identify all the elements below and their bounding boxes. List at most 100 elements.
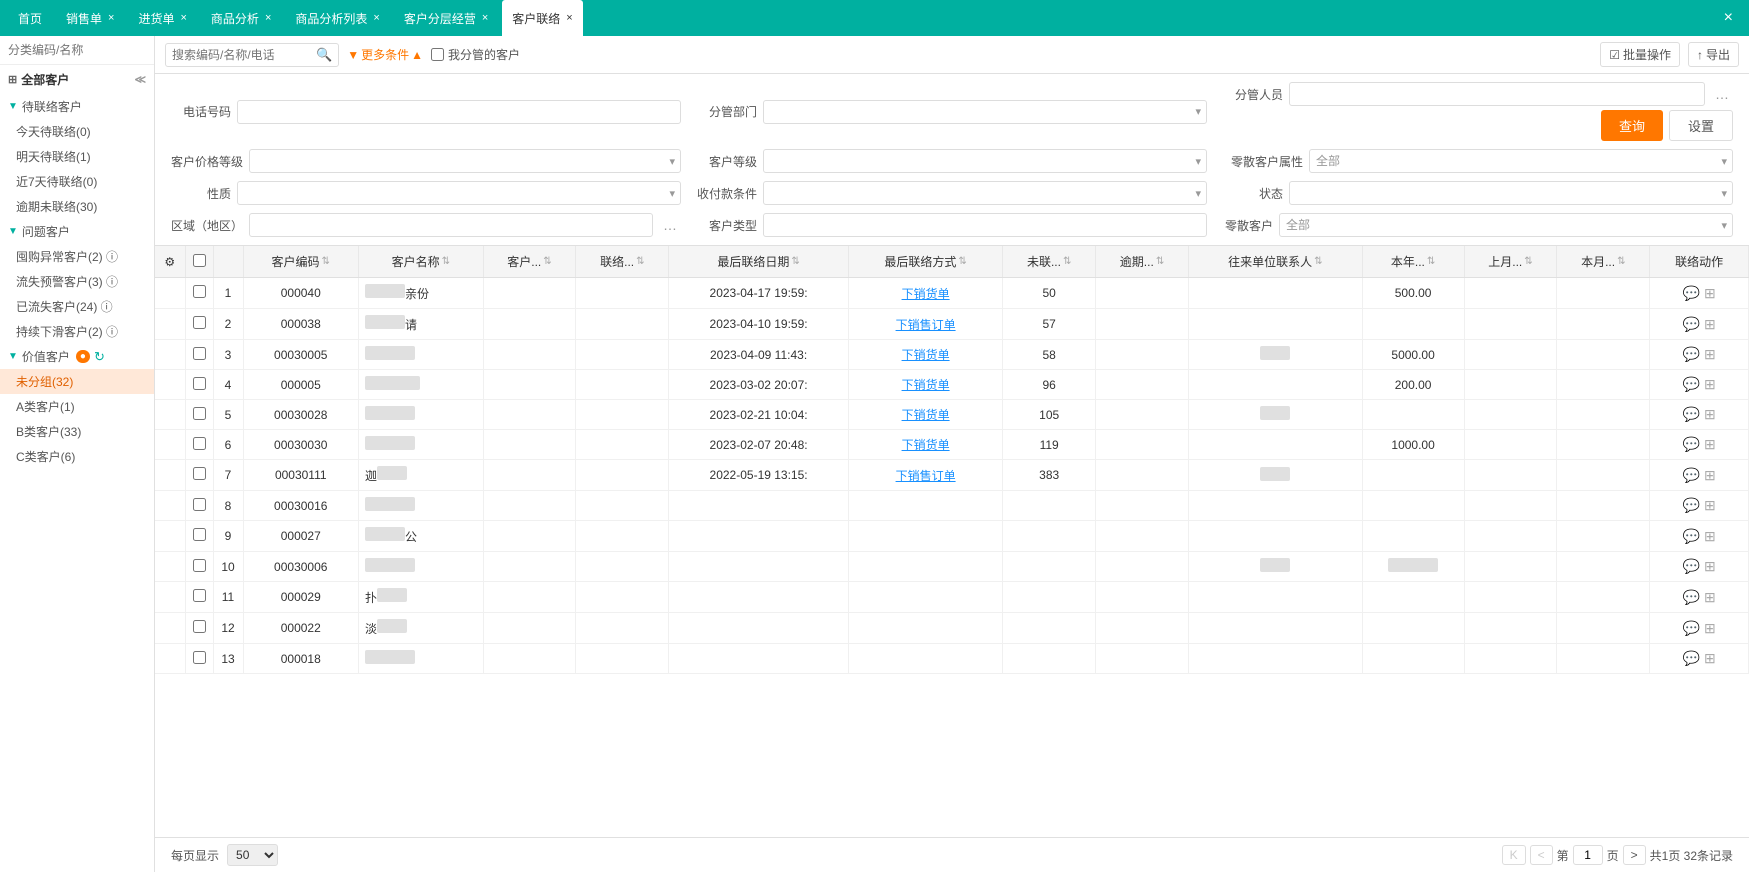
filter-retail-attr-select[interactable]: 全部: [1309, 149, 1733, 173]
message-icon[interactable]: 💬: [1683, 316, 1700, 333]
sidebar-item-churned[interactable]: 已流失客户(24) ⓘ: [0, 294, 154, 319]
th-this-month[interactable]: 本月... ⇅: [1557, 246, 1650, 278]
row-checkbox[interactable]: [193, 589, 206, 602]
td-checkbox[interactable]: [185, 582, 213, 613]
filter-status-select[interactable]: [1289, 181, 1733, 205]
td-checkbox[interactable]: [185, 340, 213, 370]
th-last-type[interactable]: 最后联络方式 ⇅: [848, 246, 1002, 278]
sidebar-group-pending[interactable]: ▼ 待联络客户: [0, 94, 154, 119]
th-last-month[interactable]: 上月... ⇅: [1464, 246, 1557, 278]
td-checkbox[interactable]: [185, 370, 213, 400]
sidebar-item-7days[interactable]: 近7天待联络(0): [0, 169, 154, 194]
reset-button[interactable]: 设置: [1669, 110, 1733, 141]
nav-customer-tier[interactable]: 客户分层经营 ×: [394, 0, 498, 36]
filter-cust-type-input[interactable]: [763, 213, 1207, 237]
contact-type-link[interactable]: 下销货单: [902, 378, 950, 392]
row-checkbox[interactable]: [193, 377, 206, 390]
th-type[interactable]: 客户... ⇅: [483, 246, 576, 278]
filter-manager-input[interactable]: [1289, 82, 1705, 106]
grid-action-icon[interactable]: ⊞: [1704, 316, 1716, 333]
filter-region-input[interactable]: [249, 213, 653, 237]
sidebar-item-today[interactable]: 今天待联络(0): [0, 119, 154, 144]
grid-action-icon[interactable]: ⊞: [1704, 346, 1716, 363]
sidebar-item-ungroup[interactable]: 未分组(32): [0, 369, 154, 394]
td-checkbox[interactable]: [185, 521, 213, 552]
row-checkbox[interactable]: [193, 620, 206, 633]
page-input[interactable]: [1573, 845, 1603, 865]
td-checkbox[interactable]: [185, 613, 213, 644]
sidebar-item-a-class[interactable]: A类客户(1): [0, 394, 154, 419]
row-checkbox[interactable]: [193, 559, 206, 572]
export-button[interactable]: ↑ 导出: [1688, 42, 1739, 67]
td-checkbox[interactable]: [185, 552, 213, 582]
filter-price-select[interactable]: [249, 149, 681, 173]
message-icon[interactable]: 💬: [1683, 376, 1700, 393]
message-icon[interactable]: 💬: [1683, 406, 1700, 423]
row-checkbox[interactable]: [193, 407, 206, 420]
th-contact[interactable]: 联络... ⇅: [576, 246, 669, 278]
contact-type-link[interactable]: 下销货单: [902, 408, 950, 422]
td-checkbox[interactable]: [185, 309, 213, 340]
nav-customer-contact[interactable]: 客户联络 ×: [502, 0, 582, 36]
prev-page-btn[interactable]: <: [1530, 845, 1553, 865]
grid-action-icon[interactable]: ⊞: [1704, 650, 1716, 667]
message-icon[interactable]: 💬: [1683, 436, 1700, 453]
next-page-btn[interactable]: >: [1623, 845, 1646, 865]
th-uncontacted[interactable]: 未联... ⇅: [1003, 246, 1096, 278]
message-icon[interactable]: 💬: [1683, 497, 1700, 514]
sidebar-item-b-class[interactable]: B类客户(33): [0, 419, 154, 444]
row-checkbox[interactable]: [193, 347, 206, 360]
my-customers-checkbox[interactable]: [431, 48, 444, 61]
filter-nature-select[interactable]: [237, 181, 681, 205]
td-checkbox[interactable]: [185, 278, 213, 309]
filter-retail-select[interactable]: 全部: [1279, 213, 1733, 237]
my-customers-filter[interactable]: 我分管的客户: [431, 46, 520, 63]
close-customer-contact-icon[interactable]: ×: [566, 12, 572, 24]
contact-type-link[interactable]: 下销售订单: [896, 469, 956, 483]
close-purchase-icon[interactable]: ×: [180, 12, 186, 24]
sidebar-all-customers[interactable]: ⊞ 全部客户 ≪: [0, 65, 154, 94]
filter-phone-input[interactable]: [237, 100, 681, 124]
grid-action-icon[interactable]: ⊞: [1704, 558, 1716, 575]
td-checkbox[interactable]: [185, 430, 213, 460]
grid-action-icon[interactable]: ⊞: [1704, 467, 1716, 484]
close-all-btn[interactable]: ×: [1716, 9, 1741, 27]
row-checkbox[interactable]: [193, 651, 206, 664]
td-checkbox[interactable]: [185, 460, 213, 491]
row-checkbox[interactable]: [193, 316, 206, 329]
nav-product-analysis-list[interactable]: 商品分析列表 ×: [285, 0, 389, 36]
sidebar-search-input[interactable]: [8, 43, 155, 57]
message-icon[interactable]: 💬: [1683, 558, 1700, 575]
th-partner[interactable]: 往来单位联系人 ⇅: [1188, 246, 1362, 278]
search-icon[interactable]: 🔍: [316, 47, 332, 63]
close-customer-tier-icon[interactable]: ×: [482, 12, 488, 24]
message-icon[interactable]: 💬: [1683, 620, 1700, 637]
nav-sales[interactable]: 销售单 ×: [56, 0, 124, 36]
sidebar-item-churn-warning[interactable]: 流失预警客户(3) ⓘ: [0, 269, 154, 294]
filter-payment-select[interactable]: [763, 181, 1207, 205]
th-overdue[interactable]: 逾期... ⇅: [1096, 246, 1189, 278]
row-checkbox[interactable]: [193, 528, 206, 541]
th-last-date[interactable]: 最后联络日期 ⇅: [669, 246, 849, 278]
filter-dept-select[interactable]: [763, 100, 1207, 124]
close-product-analysis-list-icon[interactable]: ×: [373, 12, 379, 24]
message-icon[interactable]: 💬: [1683, 467, 1700, 484]
row-checkbox[interactable]: [193, 498, 206, 511]
row-checkbox[interactable]: [193, 285, 206, 298]
contact-type-link[interactable]: 下销售订单: [896, 318, 956, 332]
search-input[interactable]: [172, 48, 312, 62]
row-checkbox[interactable]: [193, 437, 206, 450]
sidebar-item-overdue[interactable]: 逾期未联络(30): [0, 194, 154, 219]
filter-manager-more-icon[interactable]: …: [1711, 86, 1733, 102]
refresh-icon[interactable]: ↻: [94, 349, 105, 365]
nav-product-analysis[interactable]: 商品分析 ×: [201, 0, 281, 36]
th-checkbox[interactable]: [185, 246, 213, 278]
sidebar-item-tomorrow[interactable]: 明天待联络(1): [0, 144, 154, 169]
nav-home[interactable]: 首页: [8, 0, 52, 36]
grid-action-icon[interactable]: ⊞: [1704, 406, 1716, 423]
query-button[interactable]: 查询: [1601, 110, 1663, 141]
grid-action-icon[interactable]: ⊞: [1704, 497, 1716, 514]
td-checkbox[interactable]: [185, 644, 213, 674]
page-size-select[interactable]: 20 50 100: [227, 844, 278, 866]
th-code[interactable]: 客户编码 ⇅: [243, 246, 358, 278]
